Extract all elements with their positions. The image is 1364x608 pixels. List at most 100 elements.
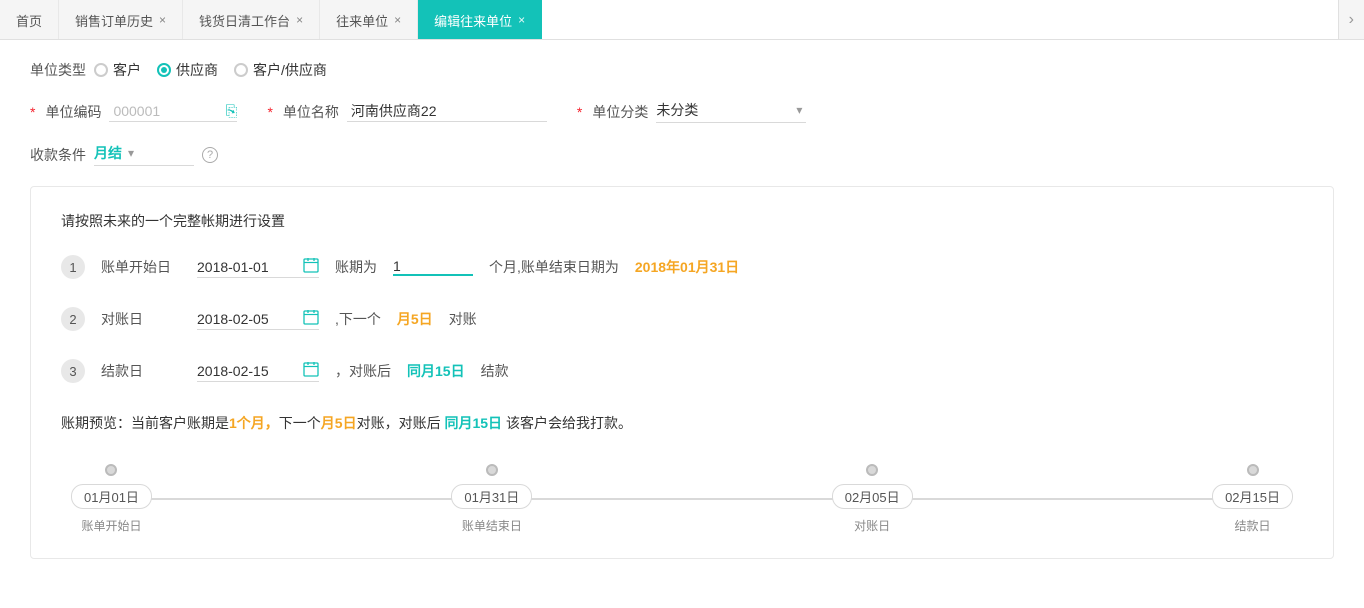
step1-end-date: 2018年01月31日 — [635, 257, 739, 277]
step3-date-wrap — [197, 361, 319, 382]
step-num-3: 3 — [61, 359, 85, 383]
tab-partner-units-label: 往来单位 — [336, 11, 388, 30]
preview-highlight1: 1个月， — [229, 415, 279, 431]
tab-sales-order-history-close[interactable]: × — [159, 13, 166, 27]
step1-period-unit: 个月,账单结束日期为 — [489, 257, 619, 277]
step2-date-wrap — [197, 309, 319, 330]
radio-group-unit-type: 客户 供应商 客户/供应商 — [94, 60, 327, 80]
preview-text: 账期预览：当前客户账期是1个月，下一个月5日对账，对账后 同月15日 该客户会给… — [61, 411, 1303, 436]
tab-sales-order-history-label: 销售订单历史 — [75, 11, 153, 30]
node-dot-2 — [486, 464, 498, 476]
node-label-4: 02月15日 — [1212, 484, 1293, 509]
required-star-code: * — [30, 104, 35, 120]
radio-customer[interactable]: 客户 — [94, 60, 141, 80]
node-sub-2: 账单结束日 — [462, 517, 522, 534]
unit-category-value: 未分类 — [656, 100, 698, 120]
preview-prefix: 账期预览：当前客户账期是 — [61, 415, 229, 431]
card-title: 请按照未来的一个完整帐期进行设置 — [61, 211, 1303, 231]
step-row-3: 3 结款日 ，对账后同月15日结款 — [61, 359, 1303, 383]
preview-highlight2: 月5日 — [321, 415, 357, 431]
unit-code-label: 单位编码 — [45, 102, 101, 122]
form-row-payment: 收款条件 月结 ▾ ? — [30, 143, 1334, 166]
timeline-node-2: 01月31日 账单结束日 — [451, 464, 532, 534]
step1-calendar-icon[interactable] — [303, 257, 319, 277]
step-row-2: 2 对账日 ,下一个月5日对账 — [61, 307, 1303, 331]
radio-supplier-circle — [157, 63, 171, 77]
payment-chevron-down-icon: ▾ — [128, 146, 134, 160]
help-icon[interactable]: ? — [202, 147, 218, 163]
node-dot-3 — [866, 464, 878, 476]
unit-code-wrap: ⎘ — [109, 101, 237, 122]
chevron-right-icon: › — [1349, 11, 1354, 29]
step3-desc-suffix: 结款 — [481, 361, 509, 381]
step3-desc-prefix: ，对账后 — [335, 361, 391, 381]
preview-suffix: 该客户会给我打款。 — [506, 415, 632, 431]
step3-date-input[interactable] — [197, 363, 297, 379]
unit-category-label: 单位分类 — [592, 102, 648, 122]
unit-name-input[interactable] — [347, 101, 547, 122]
step1-period-input[interactable] — [393, 258, 473, 276]
node-sub-1: 账单开始日 — [81, 517, 141, 534]
step1-date-wrap — [197, 257, 319, 278]
required-star-name: * — [267, 104, 272, 120]
tab-cash-reconciliation-close[interactable]: × — [296, 13, 303, 27]
tab-edit-partner-close[interactable]: × — [518, 13, 525, 27]
form-group-payment: 收款条件 月结 ▾ ? — [30, 143, 218, 166]
tab-cash-reconciliation[interactable]: 钱货日清工作台 × — [183, 0, 320, 40]
required-star-category: * — [577, 104, 582, 120]
node-label-1: 01月01日 — [71, 484, 152, 509]
payment-condition-dropdown[interactable]: 月结 ▾ — [94, 143, 194, 166]
tab-sales-order-history[interactable]: 销售订单历史 × — [59, 0, 183, 40]
node-dot-4 — [1247, 464, 1259, 476]
unit-name-label: 单位名称 — [283, 102, 339, 122]
unit-category-dropdown[interactable]: 未分类 ▾ — [656, 100, 806, 123]
copy-icon[interactable]: ⎘ — [225, 103, 237, 120]
tabs-bar: 首页 销售订单历史 × 钱货日清工作台 × 往来单位 × 编辑往来单位 × › — [0, 0, 1364, 40]
radio-customer-label: 客户 — [113, 60, 141, 80]
payment-condition-value: 月结 — [94, 143, 122, 163]
tab-partner-units[interactable]: 往来单位 × — [320, 0, 418, 40]
timeline-node-1: 01月01日 账单开始日 — [71, 464, 152, 534]
preview-highlight3: 同月15日 — [444, 415, 502, 431]
form-row-code-name: * 单位编码 ⎘ * 单位名称 * 单位分类 未分类 ▾ — [30, 100, 1334, 123]
timeline-node-4: 02月15日 结款日 — [1212, 464, 1293, 534]
node-dot-1 — [105, 464, 117, 476]
node-sub-4: 结款日 — [1235, 517, 1271, 534]
timeline-nodes: 01月01日 账单开始日 01月31日 账单结束日 02月05日 对账日 — [71, 464, 1293, 534]
preview-middle: 下一个 — [279, 415, 321, 431]
form-row-unit-type: 单位类型 客户 供应商 客户/供应商 — [30, 60, 1334, 80]
step3-calendar-icon[interactable] — [303, 361, 319, 381]
node-label-3: 02月05日 — [832, 484, 913, 509]
step2-calendar-icon[interactable] — [303, 309, 319, 329]
chevron-down-icon: ▾ — [796, 103, 802, 117]
step-label-1: 账单开始日 — [101, 257, 181, 277]
step2-desc-suffix: 对账 — [449, 309, 477, 329]
tab-partner-units-close[interactable]: × — [394, 13, 401, 27]
tab-cash-reconciliation-label: 钱货日清工作台 — [199, 11, 290, 30]
step3-desc-highlight: 同月15日 — [407, 361, 465, 381]
form-group-unit-category: * 单位分类 未分类 ▾ — [577, 100, 806, 123]
step1-date-input[interactable] — [197, 259, 297, 275]
radio-both-label: 客户/供应商 — [253, 60, 327, 80]
radio-supplier-label: 供应商 — [176, 60, 218, 80]
step1-period-label: 账期为 — [335, 257, 377, 277]
step-label-3: 结款日 — [101, 361, 181, 381]
tab-home[interactable]: 首页 — [0, 0, 59, 40]
radio-supplier-dot — [161, 67, 167, 73]
payment-condition-label: 收款条件 — [30, 145, 86, 165]
tab-edit-partner[interactable]: 编辑往来单位 × — [418, 0, 542, 40]
step-row-1: 1 账单开始日 账期为 个月,账单结束日期为 2018年01月31日 — [61, 255, 1303, 279]
radio-customer-circle — [94, 63, 108, 77]
unit-code-input[interactable] — [109, 101, 219, 121]
timeline: 01月01日 账单开始日 01月31日 账单结束日 02月05日 对账日 — [61, 464, 1303, 534]
timeline-node-3: 02月05日 对账日 — [832, 464, 913, 534]
page-content: 单位类型 客户 供应商 客户/供应商 — [0, 40, 1364, 608]
step2-date-input[interactable] — [197, 311, 297, 327]
tab-nav-arrow[interactable]: › — [1338, 0, 1364, 39]
form-group-unit-name: * 单位名称 — [267, 101, 546, 122]
radio-both[interactable]: 客户/供应商 — [234, 60, 327, 80]
node-sub-3: 对账日 — [854, 517, 890, 534]
settings-card: 请按照未来的一个完整帐期进行设置 1 账单开始日 账期为 个月,账单结束日期为 — [30, 186, 1334, 559]
radio-supplier[interactable]: 供应商 — [157, 60, 218, 80]
form-group-unit-type: 单位类型 客户 供应商 客户/供应商 — [30, 60, 327, 80]
